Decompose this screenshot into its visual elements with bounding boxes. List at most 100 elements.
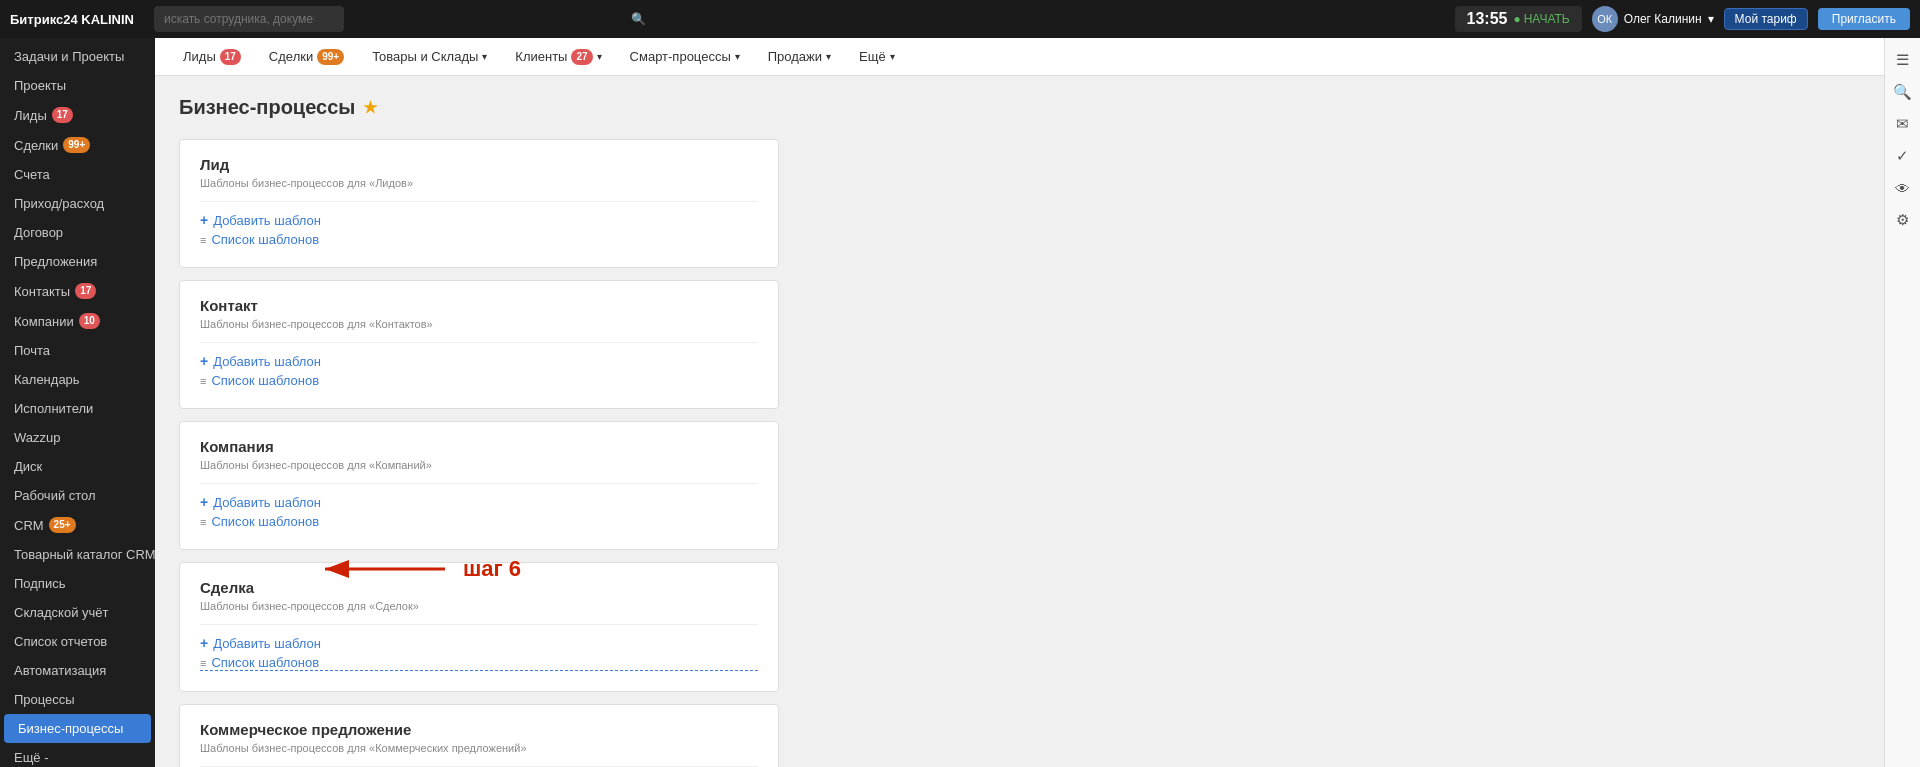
check-icon[interactable]: ✓ (1889, 142, 1917, 170)
sidebar-label: Контакты (14, 284, 70, 299)
invite-button[interactable]: Пригласить (1818, 8, 1910, 30)
sidebar-item-21[interactable]: Автоматизация (0, 656, 155, 685)
chevron-down-icon: ▾ (735, 51, 740, 62)
mail-icon[interactable]: ✉ (1889, 110, 1917, 138)
plus-icon: + (200, 635, 208, 651)
nav-item-5[interactable]: Продажи ▾ (756, 43, 843, 70)
add-template-link-kontakt[interactable]: + Добавить шаблон (200, 353, 758, 369)
sidebar-item-7[interactable]: Предложения (0, 247, 155, 276)
sidebar-item-1[interactable]: Проекты (0, 71, 155, 100)
sidebar-item-3[interactable]: Сделки99+ (0, 130, 155, 160)
topbar: Битрикс24 KALININ 🔍 13:55 ● НАЧАТЬ ОК Ол… (0, 0, 1920, 38)
section-subtitle-kommercheskoe: Шаблоны бизнес-процессов для «Коммерческ… (200, 742, 758, 754)
sidebar-item-19[interactable]: Складской учёт (0, 598, 155, 627)
eye-icon[interactable]: 👁 (1889, 174, 1917, 202)
list-templates-link-kompaniya[interactable]: ≡ Список шаблонов (200, 514, 758, 529)
sidebar-label: Товарный каталог CRM: ... (14, 547, 155, 562)
sidebar-item-16[interactable]: CRM25+ (0, 510, 155, 540)
page-title: Бизнес-процессы ★ (179, 96, 1860, 119)
nav-label: Лиды (183, 49, 216, 64)
nav-item-2[interactable]: Товары и Склады▾ (360, 43, 499, 70)
sidebar-item-11[interactable]: Календарь (0, 365, 155, 394)
list-icon: ≡ (200, 234, 206, 246)
search-icon[interactable]: 🔍 (1889, 78, 1917, 106)
section-card-kompaniya: Компания Шаблоны бизнес-процессов для «К… (179, 421, 779, 550)
annotation-text: шаг 6 (463, 556, 521, 582)
chevron-down-icon: ▾ (890, 51, 895, 62)
section-subtitle-lid: Шаблоны бизнес-процессов для «Лидов» (200, 177, 758, 189)
user-menu[interactable]: ОК Олег Калинин ▾ (1592, 6, 1714, 32)
sidebar-label: Подпись (14, 576, 65, 591)
sidebar-item-23[interactable]: Бизнес-процессы (4, 714, 151, 743)
my-tariff-button[interactable]: Мой тариф (1724, 8, 1808, 30)
nav-label: Продажи (768, 49, 822, 64)
list-templates-link-lid[interactable]: ≡ Список шаблонов (200, 232, 758, 247)
nav-label: Товары и Склады (372, 49, 478, 64)
add-template-link-kompaniya[interactable]: + Добавить шаблон (200, 494, 758, 510)
sidebar-item-15[interactable]: Рабочий стол (0, 481, 155, 510)
list-templates-link-sdelka[interactable]: ≡ Список шаблонов (200, 655, 758, 671)
section-card-kommercheskoe: Коммерческое предложение Шаблоны бизнес-… (179, 704, 779, 767)
section-title-kontakt: Контакт (200, 297, 758, 314)
sidebar-item-8[interactable]: Контакты 17 (0, 276, 155, 306)
sidebar-label: Лиды (14, 108, 47, 123)
sidebar-label: Календарь (14, 372, 80, 387)
list-icon: ≡ (200, 375, 206, 387)
menu-icon[interactable]: ☰ (1889, 46, 1917, 74)
settings-icon[interactable]: ⚙ (1889, 206, 1917, 234)
search-input[interactable] (154, 6, 344, 32)
sidebar-item-9[interactable]: Компании10 (0, 306, 155, 336)
sidebar-item-24[interactable]: Ещё - (0, 743, 155, 767)
sidebar-item-20[interactable]: Список отчетов (0, 627, 155, 656)
nav-label: Сделки (269, 49, 313, 64)
sidebar-label: Автоматизация (14, 663, 106, 678)
start-button[interactable]: ● НАЧАТЬ (1513, 12, 1569, 26)
chevron-down-icon: ▾ (826, 51, 831, 62)
add-template-link-sdelka[interactable]: + Добавить шаблон (200, 635, 758, 651)
sidebar-label: Бизнес-процессы (18, 721, 123, 736)
plus-icon: + (200, 494, 208, 510)
sidebar-item-13[interactable]: Wazzup (0, 423, 155, 452)
sidebar-badge: 17 (75, 283, 96, 299)
nav-item-3[interactable]: Клиенты27▾ (503, 43, 613, 71)
sidebar-label: Задачи и Проекты (14, 49, 124, 64)
sidebar-item-18[interactable]: Подпись (0, 569, 155, 598)
sidebar-item-5[interactable]: Приход/расход (0, 189, 155, 218)
sidebar-item-14[interactable]: Диск (0, 452, 155, 481)
nav-item-0[interactable]: Лиды17 (171, 43, 253, 71)
navbar: Лиды17Сделки99+Товары и Склады▾Клиенты27… (155, 38, 1884, 76)
nav-item-6[interactable]: Ещё▾ (847, 43, 907, 70)
sidebar-label: Исполнители (14, 401, 93, 416)
sidebar-label: Wazzup (14, 430, 60, 445)
list-templates-link-kontakt[interactable]: ≡ Список шаблонов (200, 373, 758, 388)
sidebar-item-12[interactable]: Исполнители (0, 394, 155, 423)
section-subtitle-kontakt: Шаблоны бизнес-процессов для «Контактов» (200, 318, 758, 330)
sidebar-item-4[interactable]: Счета (0, 160, 155, 189)
nav-item-4[interactable]: Смарт-процессы ▾ (618, 43, 752, 70)
main-layout: Задачи и ПроектыПроектыЛиды17Сделки99+Сч… (0, 38, 1920, 767)
sidebar-item-10[interactable]: Почта (0, 336, 155, 365)
list-icon: ≡ (200, 516, 206, 528)
nav-label: Смарт-процессы (630, 49, 731, 64)
sidebar-label: Приход/расход (14, 196, 104, 211)
sidebar-label: Почта (14, 343, 50, 358)
sidebar-label: Договор (14, 225, 63, 240)
sidebar-item-2[interactable]: Лиды17 (0, 100, 155, 130)
sidebar-label: Проекты (14, 78, 66, 93)
sidebar-label: Список отчетов (14, 634, 107, 649)
logo: Битрикс24 KALININ (10, 12, 134, 27)
section-card-kontakt: Контакт Шаблоны бизнес-процессов для «Ко… (179, 280, 779, 409)
sidebar-item-17[interactable]: Товарный каталог CRM: ... (0, 540, 155, 569)
avatar: ОК (1592, 6, 1618, 32)
section-title-lid: Лид (200, 156, 758, 173)
sidebar-label: Складской учёт (14, 605, 109, 620)
section-title-kommercheskoe: Коммерческое предложение (200, 721, 758, 738)
plus-icon: + (200, 212, 208, 228)
star-icon[interactable]: ★ (363, 98, 377, 117)
topbar-time: 13:55 ● НАЧАТЬ (1455, 6, 1582, 32)
sidebar-item-0[interactable]: Задачи и Проекты (0, 42, 155, 71)
sidebar-item-22[interactable]: Процессы (0, 685, 155, 714)
add-template-link-lid[interactable]: + Добавить шаблон (200, 212, 758, 228)
sidebar-item-6[interactable]: Договор (0, 218, 155, 247)
nav-item-1[interactable]: Сделки99+ (257, 43, 356, 71)
